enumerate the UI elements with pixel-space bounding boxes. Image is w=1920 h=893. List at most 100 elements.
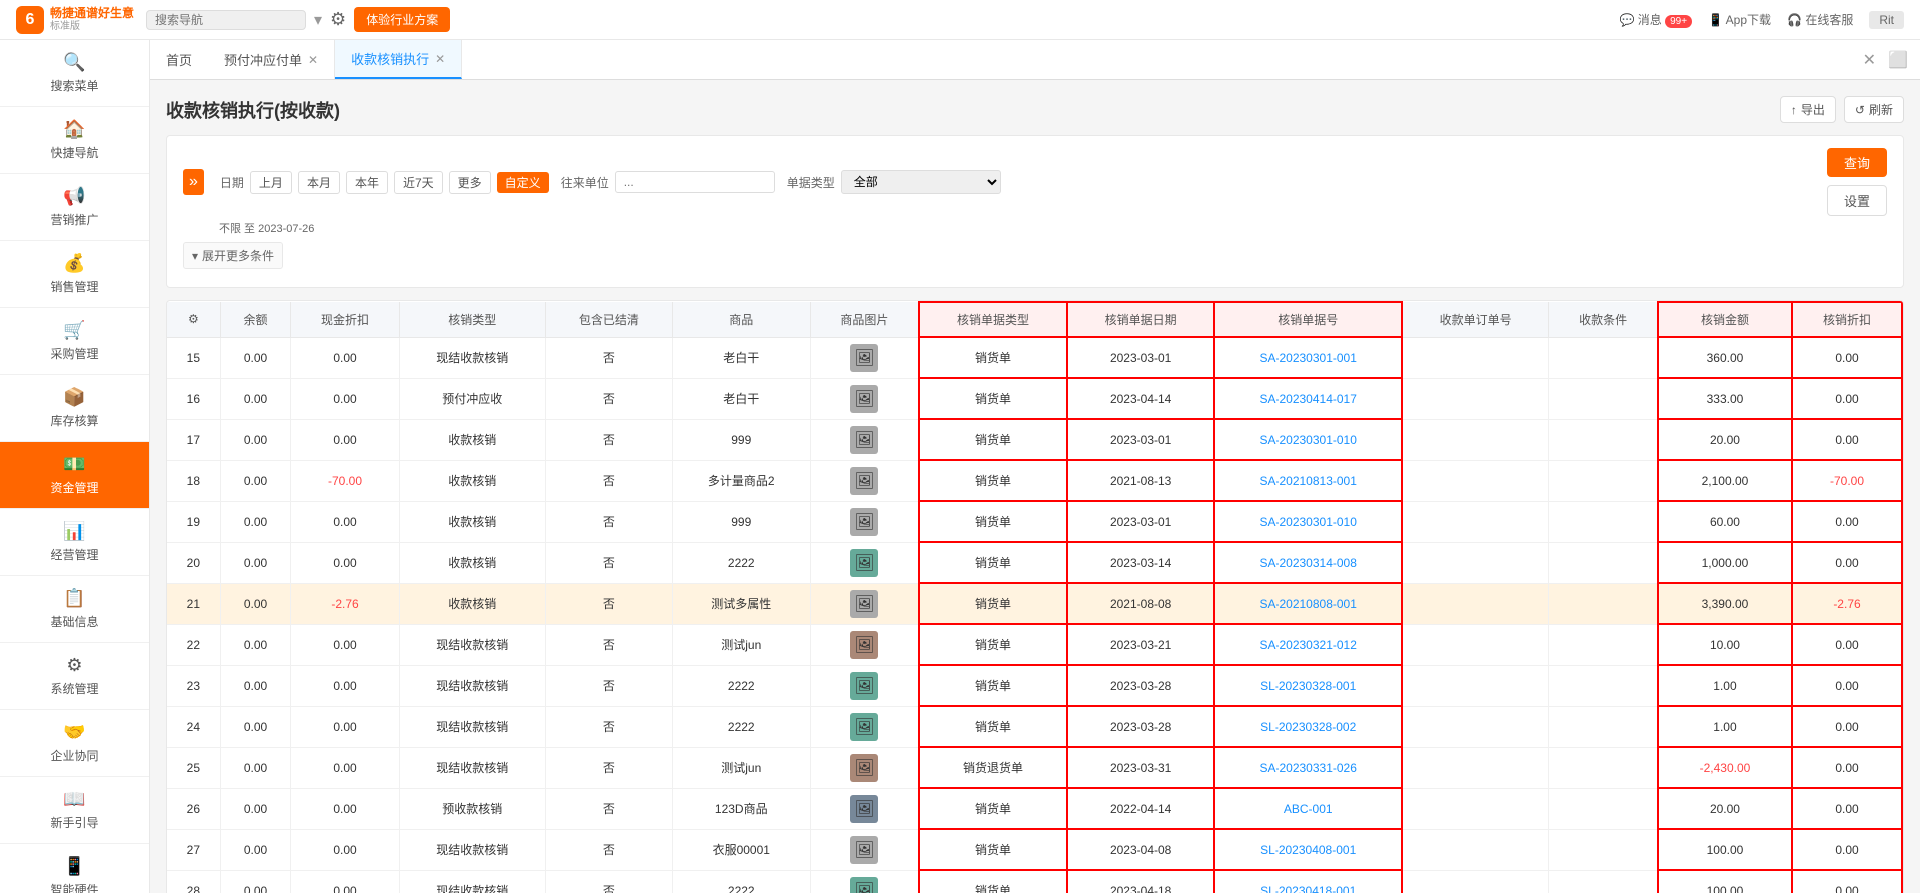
sidebar-item-12[interactable]: 📱智能硬件	[0, 844, 149, 893]
logo-text: 畅捷通谱好生意 标准版	[50, 6, 134, 32]
solution-button[interactable]: 体验行业方案	[354, 7, 450, 32]
col-header-8: 核销单据日期	[1067, 302, 1215, 337]
bill-no-link[interactable]: SA-20230301-001	[1259, 351, 1356, 365]
cell-12-7: 销货单	[919, 829, 1067, 870]
cell-12-1: 0.00	[220, 829, 291, 870]
bill-no-link[interactable]: SA-20230414-017	[1259, 392, 1356, 406]
cell-0-9[interactable]: SA-20230301-001	[1214, 337, 1402, 378]
this-month-btn[interactable]: 本月	[298, 171, 340, 194]
maximize-button[interactable]: ⬜	[1884, 48, 1912, 72]
message-item[interactable]: 💬 消息 99+	[1619, 11, 1692, 28]
cell-9-9[interactable]: SL-20230328-002	[1214, 706, 1402, 747]
sidebar-item-3[interactable]: 💰销售管理	[0, 241, 149, 308]
bill-no-link[interactable]: SA-20230331-026	[1259, 761, 1356, 775]
col-header-3: 核销类型	[399, 302, 545, 337]
cell-7-9[interactable]: SA-20230321-012	[1214, 624, 1402, 665]
app-download[interactable]: 📱 App下载	[1708, 11, 1771, 28]
sidebar-item-4[interactable]: 🛒采购管理	[0, 308, 149, 375]
bill-no-link[interactable]: SL-20230328-002	[1260, 720, 1356, 734]
cell-13-3: 现结收款核销	[399, 870, 545, 893]
sidebar-item-1[interactable]: 🏠快捷导航	[0, 107, 149, 174]
cell-2-11	[1549, 419, 1658, 460]
online-service[interactable]: 🎧 在线客服	[1787, 11, 1853, 28]
col-header-5: 商品	[672, 302, 810, 337]
last-month-btn[interactable]: 上月	[250, 171, 292, 194]
bill-no-link[interactable]: SA-20210813-001	[1259, 474, 1356, 488]
table-row: 280.000.00现结收款核销否2222🖼销货单2023-04-18SL-20…	[167, 870, 1902, 893]
sidebar-item-11[interactable]: 📖新手引导	[0, 777, 149, 844]
sidebar-item-5[interactable]: 📦库存核算	[0, 375, 149, 442]
sidebar-item-8[interactable]: 📋基础信息	[0, 576, 149, 643]
sidebar-item-7[interactable]: 📊经营管理	[0, 509, 149, 576]
last7days-btn[interactable]: 近7天	[394, 171, 443, 194]
settings-icon[interactable]: ⚙	[330, 9, 346, 30]
cell-11-9[interactable]: ABC-001	[1214, 788, 1402, 829]
cell-13-9[interactable]: SL-20230418-001	[1214, 870, 1402, 893]
cell-13-12: 100.00	[1658, 870, 1792, 893]
cell-1-9[interactable]: SA-20230414-017	[1214, 378, 1402, 419]
cell-6-8: 2021-08-08	[1067, 583, 1215, 624]
bill-no-link[interactable]: SL-20230408-001	[1260, 843, 1356, 857]
cell-5-9[interactable]: SA-20230314-008	[1214, 542, 1402, 583]
cell-8-3: 现结收款核销	[399, 665, 545, 706]
bill-no-link[interactable]: SL-20230328-001	[1260, 679, 1356, 693]
this-year-btn[interactable]: 本年	[346, 171, 388, 194]
tab-prepay[interactable]: 预付冲应付单 ✕	[208, 40, 335, 79]
custom-date-btn[interactable]: 自定义	[497, 172, 549, 193]
cell-11-11	[1549, 788, 1658, 829]
cell-7-1: 0.00	[220, 624, 291, 665]
expand-conditions-button[interactable]: ▾ 展开更多条件	[183, 242, 283, 269]
bill-no-link[interactable]: SA-20210808-001	[1259, 597, 1356, 611]
bill-no-link[interactable]: ABC-001	[1284, 802, 1333, 816]
partner-input[interactable]	[615, 171, 775, 193]
bill-no-link[interactable]: SA-20230314-008	[1259, 556, 1356, 570]
sidebar-item-9[interactable]: ⚙系统管理	[0, 643, 149, 710]
cell-4-10	[1402, 501, 1549, 542]
filter-toggle-button[interactable]: »	[183, 169, 204, 195]
cell-12-9[interactable]: SL-20230408-001	[1214, 829, 1402, 870]
date-filter: 日期 上月 本月 本年 近7天 更多 自定义	[220, 171, 549, 194]
sidebar-item-0[interactable]: 🔍搜索菜单	[0, 40, 149, 107]
cell-4-11	[1549, 501, 1658, 542]
refresh-button[interactable]: ↺ 刷新	[1844, 96, 1904, 123]
user-name[interactable]: Rit	[1869, 11, 1904, 29]
export-button[interactable]: ↑ 导出	[1780, 96, 1836, 123]
bill-no-link[interactable]: SA-20230321-012	[1259, 638, 1356, 652]
tab2-close-icon[interactable]: ✕	[435, 52, 445, 66]
tab1-close-icon[interactable]: ✕	[308, 53, 318, 67]
cell-4-6: 🖼	[810, 501, 919, 542]
cell-8-9[interactable]: SL-20230328-001	[1214, 665, 1402, 706]
tab-home[interactable]: 首页	[150, 50, 208, 69]
query-button[interactable]: 查询	[1827, 148, 1887, 177]
billtype-select[interactable]: 全部	[841, 170, 1001, 194]
cell-6-9[interactable]: SA-20210808-001	[1214, 583, 1402, 624]
cell-6-10	[1402, 583, 1549, 624]
cell-2-8: 2023-03-01	[1067, 419, 1215, 460]
cell-13-13: 0.00	[1792, 870, 1902, 893]
cell-3-9[interactable]: SA-20210813-001	[1214, 460, 1402, 501]
cell-2-5: 999	[672, 419, 810, 460]
cell-5-5: 2222	[672, 542, 810, 583]
close-tab-button[interactable]: ✕	[1859, 48, 1880, 72]
setting-button[interactable]: 设置	[1827, 185, 1887, 216]
cell-10-9[interactable]: SA-20230331-026	[1214, 747, 1402, 788]
search-input[interactable]	[146, 10, 306, 30]
dropdown-icon[interactable]: ▾	[314, 10, 322, 30]
cell-4-9[interactable]: SA-20230301-010	[1214, 501, 1402, 542]
cell-2-9[interactable]: SA-20230301-010	[1214, 419, 1402, 460]
table-row: 230.000.00现结收款核销否2222🖼销货单2023-03-28SL-20…	[167, 665, 1902, 706]
cell-0-13: 0.00	[1792, 337, 1902, 378]
cell-5-8: 2023-03-14	[1067, 542, 1215, 583]
more-date-btn[interactable]: 更多	[449, 171, 491, 194]
cell-12-8: 2023-04-08	[1067, 829, 1215, 870]
cell-5-1: 0.00	[220, 542, 291, 583]
tab-writeoff[interactable]: 收款核销执行 ✕	[335, 40, 462, 79]
bill-no-link[interactable]: SL-20230418-001	[1260, 884, 1356, 893]
bill-no-link[interactable]: SA-20230301-010	[1259, 433, 1356, 447]
table-row: 270.000.00现结收款核销否衣服00001🖼销货单2023-04-08SL…	[167, 829, 1902, 870]
sidebar-icon-6: 💵	[63, 454, 85, 475]
sidebar-item-10[interactable]: 🤝企业协同	[0, 710, 149, 777]
sidebar-item-6[interactable]: 💵资金管理	[0, 442, 149, 509]
bill-no-link[interactable]: SA-20230301-010	[1259, 515, 1356, 529]
sidebar-item-2[interactable]: 📢营销推广	[0, 174, 149, 241]
